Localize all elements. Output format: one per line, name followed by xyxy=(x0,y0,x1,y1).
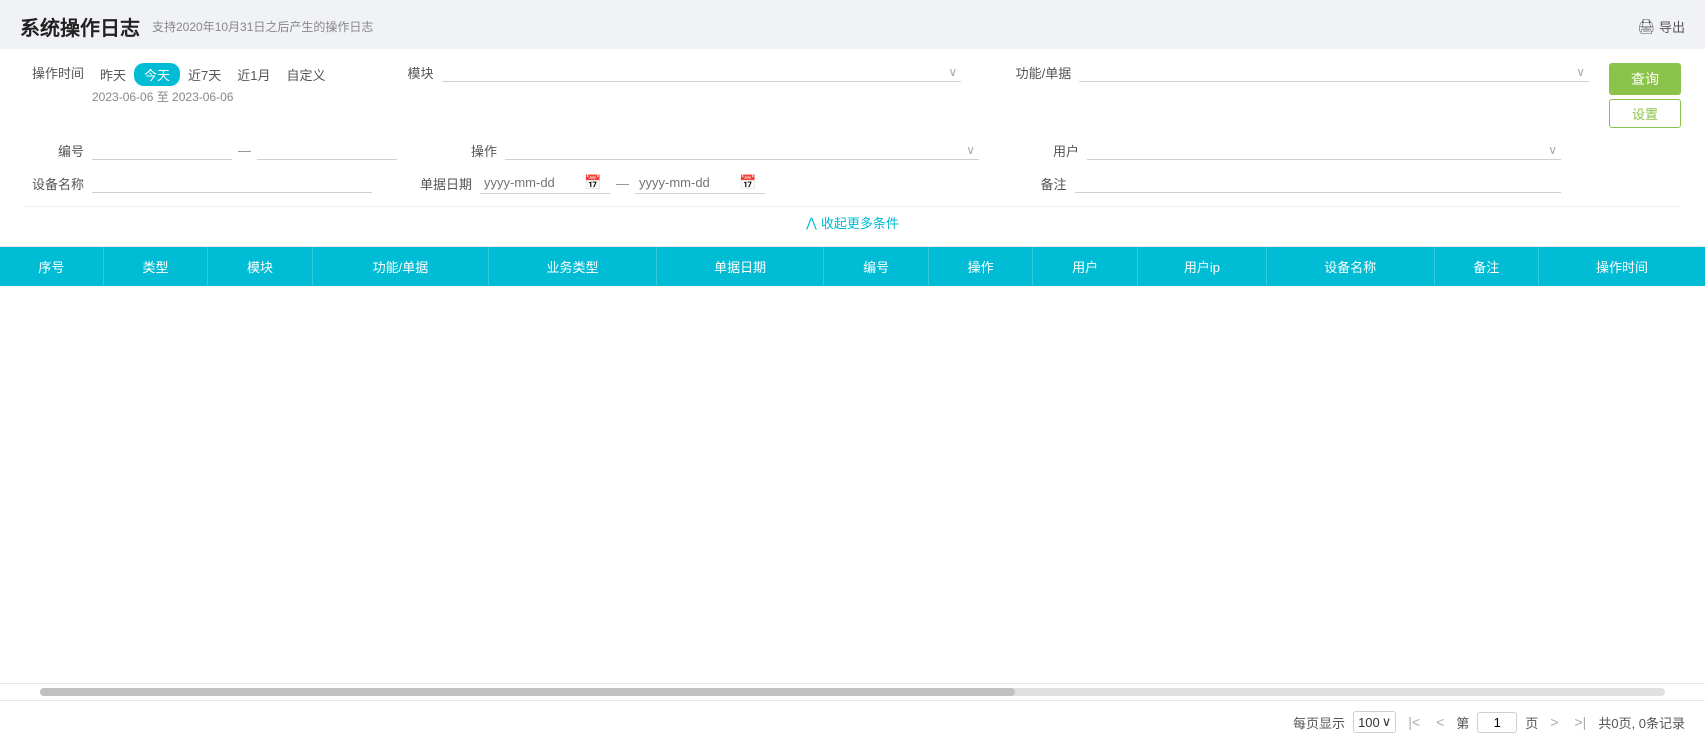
per-page-label: 每页显示 xyxy=(1293,713,1345,732)
module-label: 模块 xyxy=(374,63,434,82)
number-from-input[interactable] xyxy=(92,140,232,160)
function-select[interactable]: ∨ xyxy=(1079,63,1589,82)
time-7days[interactable]: 近7天 xyxy=(180,63,229,86)
col-remark: 备注 xyxy=(1434,247,1538,286)
remark-label: 备注 xyxy=(1007,174,1067,193)
remark-input[interactable] xyxy=(1075,173,1562,193)
col-device: 设备名称 xyxy=(1266,247,1434,286)
date-from-wrapper: 📅 xyxy=(480,172,610,194)
page-unit: 页 xyxy=(1525,713,1538,732)
collapse-chevron-icon: ⋀ xyxy=(806,215,817,231)
time-yesterday[interactable]: 昨天 xyxy=(92,63,134,86)
module-select[interactable]: ∨ xyxy=(442,63,962,82)
date-dash: — xyxy=(616,176,629,191)
collapse-label: 收起更多条件 xyxy=(821,213,899,232)
prev-page-button[interactable]: < xyxy=(1432,712,1448,732)
operation-select[interactable]: ∨ xyxy=(505,141,979,160)
first-page-button[interactable]: |< xyxy=(1404,712,1424,732)
user-label: 用户 xyxy=(1019,141,1079,160)
horizontal-scrollbar[interactable] xyxy=(40,688,1665,696)
pagination-bar: 每页显示 100 ∨ |< < 第 页 > >| 共0页, 0条记录 xyxy=(0,700,1705,743)
date-to-input[interactable] xyxy=(639,175,739,190)
table-wrapper: 序号 类型 模块 功能/单据 业务类型 单据日期 编号 操作 用户 用户ip 设… xyxy=(0,247,1705,683)
user-select[interactable]: ∨ xyxy=(1087,141,1561,160)
device-label: 设备名称 xyxy=(24,174,84,193)
time-1month[interactable]: 近1月 xyxy=(229,63,278,86)
action-buttons: 查询 设置 xyxy=(1609,63,1681,128)
page-label: 第 xyxy=(1456,713,1469,732)
time-label: 操作时间 xyxy=(24,63,84,82)
export-label: 导出 xyxy=(1659,17,1685,36)
date-from-input[interactable] xyxy=(484,175,584,190)
col-function: 功能/单据 xyxy=(312,247,488,286)
total-info: 共0页, 0条记录 xyxy=(1598,713,1685,732)
function-label: 功能/单据 xyxy=(1001,63,1071,82)
export-icon: 🖨 xyxy=(1637,18,1655,35)
scrollbar-row xyxy=(0,683,1705,700)
col-op-time: 操作时间 xyxy=(1539,247,1705,286)
device-input[interactable] xyxy=(92,173,372,193)
col-module: 模块 xyxy=(208,247,312,286)
settings-button[interactable]: 设置 xyxy=(1609,99,1681,128)
date-label: 单据日期 xyxy=(412,174,472,193)
operation-chevron-icon: ∨ xyxy=(966,143,975,157)
collapse-button[interactable]: ⋀ 收起更多条件 xyxy=(806,213,899,232)
export-button[interactable]: 🖨 导出 xyxy=(1637,17,1685,36)
next-page-button[interactable]: > xyxy=(1546,712,1562,732)
col-number: 编号 xyxy=(824,247,928,286)
per-page-select[interactable]: 100 ∨ xyxy=(1353,711,1396,733)
col-user-ip: 用户ip xyxy=(1137,247,1266,286)
filter-area: 操作时间 昨天 今天 近7天 近1月 自定义 2023-06-06 至 2023… xyxy=(0,49,1705,247)
col-index: 序号 xyxy=(0,247,103,286)
operation-label: 操作 xyxy=(437,141,497,160)
time-today[interactable]: 今天 xyxy=(134,63,180,86)
number-dash: — xyxy=(238,143,251,158)
date-to-wrapper: 📅 xyxy=(635,172,765,194)
col-business-type: 业务类型 xyxy=(489,247,657,286)
query-button[interactable]: 查询 xyxy=(1609,63,1681,95)
time-custom[interactable]: 自定义 xyxy=(279,63,334,86)
col-date: 单据日期 xyxy=(656,247,824,286)
col-operation: 操作 xyxy=(928,247,1032,286)
data-table: 序号 类型 模块 功能/单据 业务类型 单据日期 编号 操作 用户 用户ip 设… xyxy=(0,247,1705,286)
col-type: 类型 xyxy=(103,247,207,286)
page-input[interactable] xyxy=(1477,712,1517,733)
table-header-row: 序号 类型 模块 功能/单据 业务类型 单据日期 编号 操作 用户 用户ip 设… xyxy=(0,247,1705,286)
time-range-display: 2023-06-06 至 2023-06-06 xyxy=(92,88,334,105)
page-subtitle: 支持2020年10月31日之后产生的操作日志 xyxy=(152,18,373,35)
module-chevron-icon: ∨ xyxy=(948,65,957,79)
page-title: 系统操作日志 xyxy=(20,12,140,41)
scrollbar-thumb[interactable] xyxy=(40,688,1015,696)
collapse-row: ⋀ 收起更多条件 xyxy=(24,206,1681,236)
col-user: 用户 xyxy=(1033,247,1137,286)
last-page-button[interactable]: >| xyxy=(1571,712,1591,732)
empty-area xyxy=(0,286,1705,606)
calendar-from-icon[interactable]: 📅 xyxy=(584,174,601,191)
user-chevron-icon: ∨ xyxy=(1548,143,1557,157)
number-label: 编号 xyxy=(24,141,84,160)
per-page-value: 100 xyxy=(1358,715,1380,730)
per-page-chevron-icon: ∨ xyxy=(1382,714,1392,730)
number-to-input[interactable] xyxy=(257,140,397,160)
calendar-to-icon[interactable]: 📅 xyxy=(739,174,756,191)
function-chevron-icon: ∨ xyxy=(1576,65,1585,79)
